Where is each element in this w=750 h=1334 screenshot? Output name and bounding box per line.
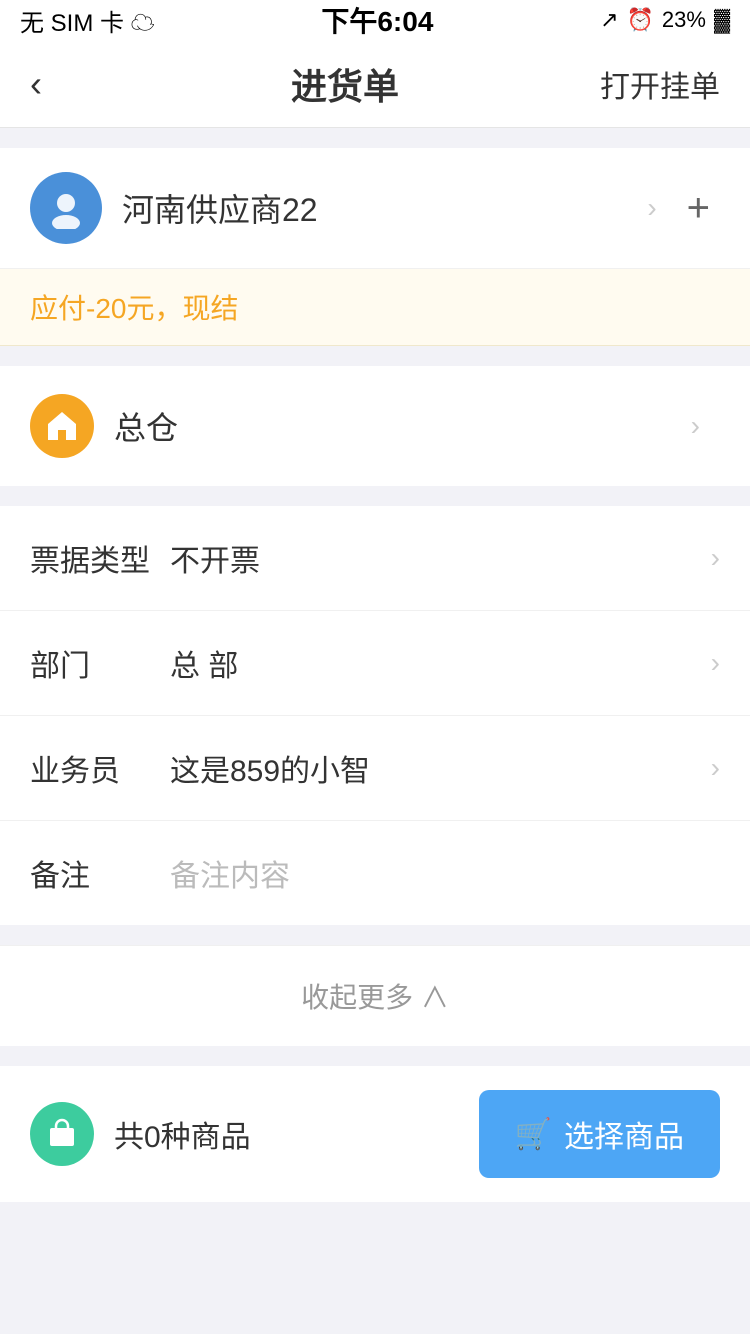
battery-icon: ▓ bbox=[714, 7, 730, 33]
warehouse-icon bbox=[30, 394, 94, 458]
dept-label: 部门 bbox=[30, 641, 170, 685]
warehouse-card: 总仓 › bbox=[0, 366, 750, 486]
sales-chevron-icon: › bbox=[711, 752, 720, 784]
select-product-button[interactable]: 🛒 选择商品 bbox=[479, 1090, 720, 1178]
nav-bar: ‹ 进货单 打开挂单 bbox=[0, 40, 750, 128]
dept-row[interactable]: 部门 总 部 › bbox=[0, 611, 750, 716]
supplier-chevron-icon: › bbox=[647, 192, 656, 224]
supplier-name: 河南供应商22 bbox=[122, 185, 647, 231]
dept-chevron-icon: › bbox=[711, 647, 720, 679]
cart-btn-icon: 🛒 bbox=[515, 1117, 552, 1152]
collapse-button[interactable]: 收起更多 ∧ bbox=[301, 982, 449, 1013]
form-section: 票据类型 不开票 › 部门 总 部 › 业务员 这是859的小智 › 备注 备注… bbox=[0, 506, 750, 925]
sales-row[interactable]: 业务员 这是859的小智 › bbox=[0, 716, 750, 821]
ticket-type-row[interactable]: 票据类型 不开票 › bbox=[0, 506, 750, 611]
section-gap-2 bbox=[0, 346, 750, 366]
supplier-notice: 应付-20元，现结 bbox=[0, 269, 750, 346]
page-title: 进货单 bbox=[291, 58, 399, 110]
remark-value[interactable]: 备注内容 bbox=[170, 851, 720, 895]
supplier-row[interactable]: 河南供应商22 › + bbox=[0, 148, 750, 269]
status-time: 下午6:04 bbox=[321, 0, 433, 40]
warehouse-row[interactable]: 总仓 › bbox=[0, 366, 750, 486]
alarm-icon: ⏰ bbox=[627, 7, 654, 33]
status-bar: 无 SIM 卡 ☁ 下午6:04 ↗ ⏰ 23% ▓ bbox=[0, 0, 750, 40]
network-status: 无 SIM 卡 ☁ bbox=[20, 3, 155, 38]
supplier-avatar bbox=[30, 172, 102, 244]
sales-label: 业务员 bbox=[30, 746, 170, 790]
bottom-bar: 共0种商品 🛒 选择商品 bbox=[0, 1066, 750, 1202]
user-icon bbox=[45, 187, 87, 229]
select-product-label: 选择商品 bbox=[564, 1112, 684, 1156]
back-button[interactable]: ‹ bbox=[30, 63, 90, 105]
ticket-type-value: 不开票 bbox=[170, 536, 711, 580]
open-pending-button[interactable]: 打开挂单 bbox=[600, 62, 720, 106]
supplier-card: 河南供应商22 › + 应付-20元，现结 bbox=[0, 148, 750, 346]
ticket-type-chevron-icon: › bbox=[711, 542, 720, 574]
collapse-bar: 收起更多 ∧ bbox=[0, 945, 750, 1046]
status-left: 无 SIM 卡 ☁ bbox=[20, 3, 155, 38]
add-supplier-button[interactable]: + bbox=[677, 186, 720, 231]
warehouse-chevron-icon: › bbox=[691, 410, 700, 442]
ticket-type-label: 票据类型 bbox=[30, 536, 170, 580]
shopping-bag-icon bbox=[44, 1116, 80, 1152]
battery-level: 23% bbox=[662, 7, 706, 33]
product-count-text: 共0种商品 bbox=[114, 1112, 459, 1156]
sales-value: 这是859的小智 bbox=[170, 746, 711, 790]
location-icon: ↗ bbox=[600, 7, 618, 33]
dept-value: 总 部 bbox=[170, 641, 711, 685]
remark-row[interactable]: 备注 备注内容 bbox=[0, 821, 750, 925]
remark-label: 备注 bbox=[30, 851, 170, 895]
cart-icon-circle bbox=[30, 1102, 94, 1166]
warehouse-name: 总仓 bbox=[114, 403, 691, 449]
home-icon bbox=[44, 408, 80, 444]
status-right: ↗ ⏰ 23% ▓ bbox=[600, 7, 730, 33]
section-gap-1 bbox=[0, 128, 750, 148]
